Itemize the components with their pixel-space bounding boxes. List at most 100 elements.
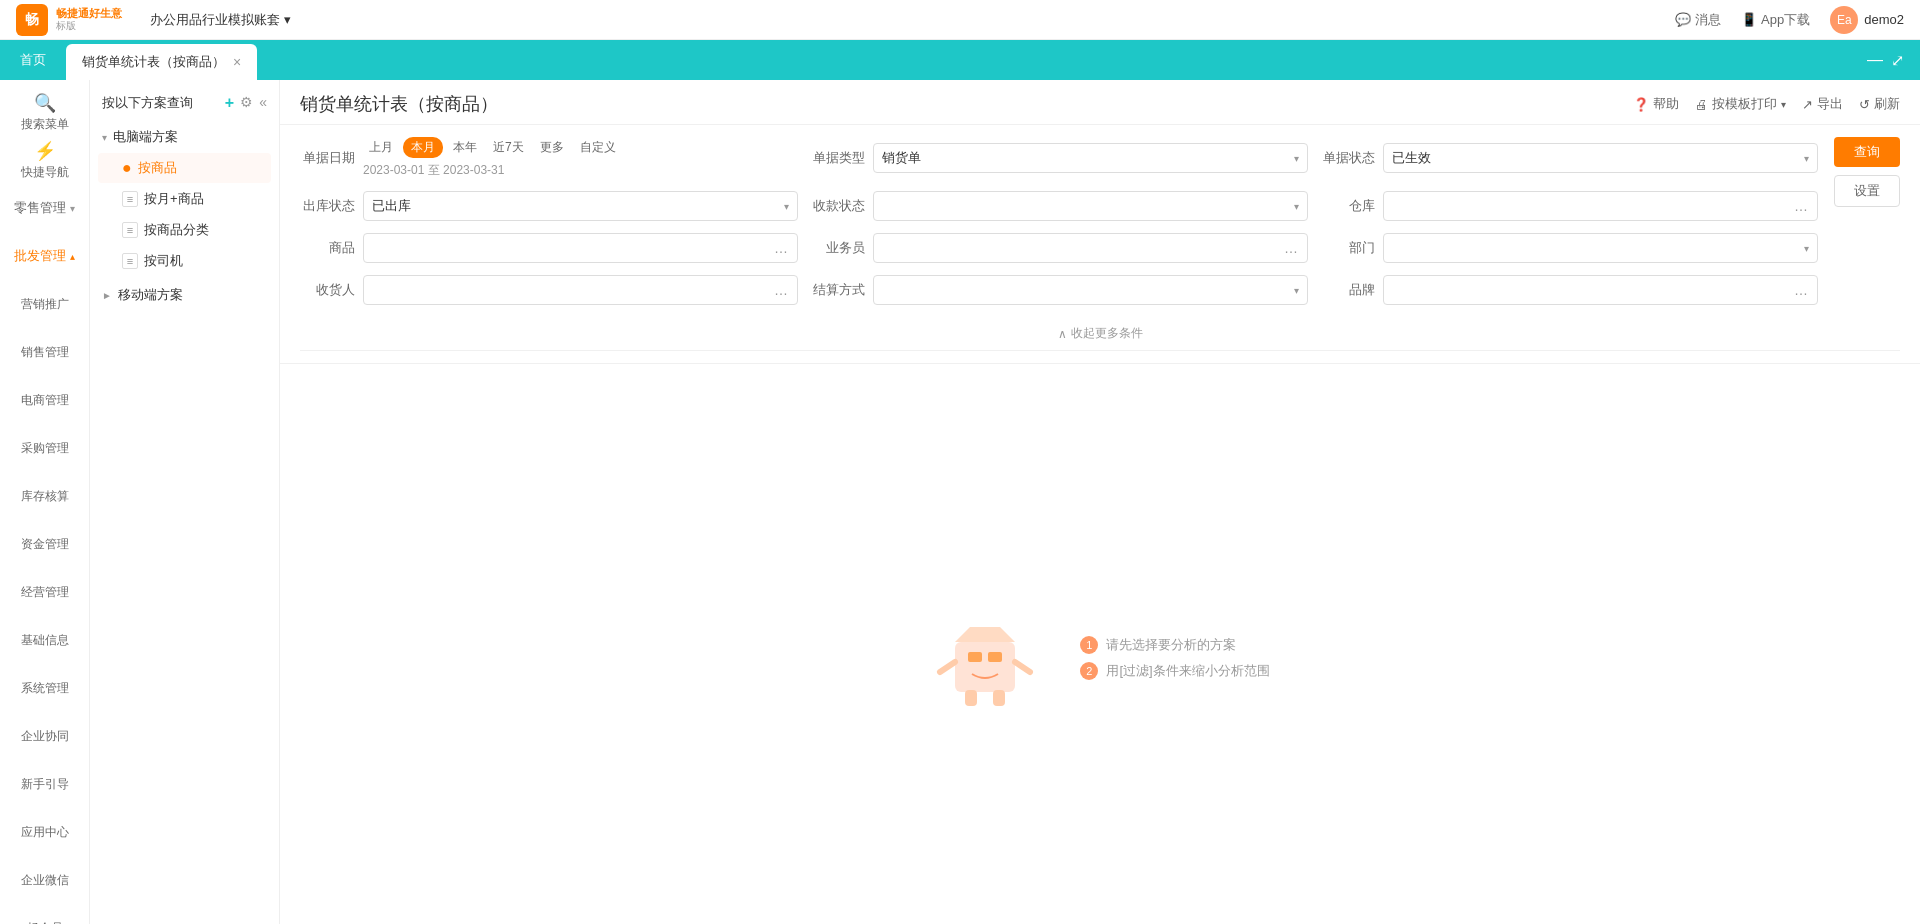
help-button[interactable]: ❓ 帮助 [1633,95,1679,113]
department-control[interactable]: ▾ [1383,233,1818,263]
svg-rect-2 [988,652,1002,662]
print-button[interactable]: 🖨 按模板打印 ▾ [1695,95,1786,113]
collapse-panel-button[interactable]: « [259,94,267,112]
settings-button[interactable]: 设置 [1834,175,1900,207]
main-layout: 🔍 搜索菜单 ⚡ 快捷导航 零售管理 ▾ 批发管理 ▴ 营销推广 销售管理 电商… [0,80,1920,924]
date-btn-7days[interactable]: 近7天 [487,137,530,158]
mobile-scheme-header[interactable]: ► 移动端方案 [90,280,279,310]
tab-home[interactable]: 首页 [0,40,66,80]
sidebar-item-marketing[interactable]: 营销推广 [0,280,89,328]
sidebar-item-app-center[interactable]: 应用中心 [0,808,89,856]
filter-row-3: 商品 … 业务员 … [300,233,1818,263]
sidebar-item-system[interactable]: 系统管理 [0,664,89,712]
recipient-field: 收货人 … [300,275,798,305]
date-btn-this-month[interactable]: 本月 [403,137,443,158]
scheme-item-by-category[interactable]: ≡ 按商品分类 [98,215,271,245]
add-scheme-button[interactable]: + [225,94,234,112]
top-header: 畅 畅捷通好生意 标版 办公用品行业模拟账套 ▾ 💬 消息 📱 App下载 Ea… [0,0,1920,40]
scheme-item-by-clerk[interactable]: ≡ 按司机 [98,246,271,276]
warehouse-control[interactable]: … [1383,191,1818,221]
doc-status-label: 单据状态 [1320,149,1375,167]
brand-name: 畅捷通好生意 [56,7,122,20]
filter-row-2: 出库状态 已出库 ▾ 收款状态 [300,191,1818,221]
salesperson-label: 业务员 [810,239,865,257]
brand-label: 品牌 [1320,281,1375,299]
product-control[interactable]: … [363,233,798,263]
maximize-button[interactable]: ⤢ [1891,51,1904,70]
app-download-button[interactable]: 📱 App下载 [1741,11,1810,29]
help-icon: ❓ [1633,97,1649,112]
date-btn-more[interactable]: 更多 [534,137,570,158]
date-btn-last-month[interactable]: 上月 [363,137,399,158]
sidebar-item-beginner[interactable]: 新手引导 [0,760,89,808]
sidebar-item-ecommerce[interactable]: 电商管理 [0,376,89,424]
salesperson-dots-icon: … [1284,240,1299,256]
sidebar-item-sales[interactable]: 销售管理 [0,328,89,376]
payment-method-control[interactable]: ▾ [873,275,1308,305]
payment-method-label: 结算方式 [810,281,865,299]
sidebar-item-basic-info[interactable]: 基础信息 [0,616,89,664]
page-title: 销货单统计表（按商品） [300,92,498,116]
sidebar-item-retail[interactable]: 零售管理 ▾ [0,184,89,232]
industry-arrow-icon: ▾ [284,12,291,27]
brand-dots-icon: … [1794,282,1809,298]
date-btn-custom[interactable]: 自定义 [574,137,622,158]
filter-actions: 查询 设置 [1834,137,1900,207]
salesperson-control[interactable]: … [873,233,1308,263]
sidebar-item-enterprise-wechat[interactable]: 企业微信 [0,856,89,904]
doc-type-arrow-icon: ▾ [1294,153,1299,164]
receipt-status-control[interactable]: ▾ [873,191,1308,221]
recipient-dots-icon: … [774,282,789,298]
product-label: 商品 [300,239,355,257]
out-status-field: 出库状态 已出库 ▾ [300,191,798,221]
doc-status-control[interactable]: 已生效 ▾ [1383,143,1818,173]
sidebar-item-inventory[interactable]: 库存核算 [0,472,89,520]
export-button[interactable]: ↗ 导出 [1802,95,1843,113]
svg-line-3 [940,662,955,672]
svg-rect-1 [968,652,982,662]
tab-active[interactable]: 销货单统计表（按商品） × [66,44,257,80]
user-name: demo2 [1864,12,1904,27]
settings-scheme-button[interactable]: ⚙ [240,94,253,112]
message-icon: 💬 [1675,12,1691,27]
tip-num-1: 1 [1080,636,1098,654]
sidebar-item-search-menu[interactable]: 🔍 搜索菜单 [0,88,89,136]
search-menu-icon: 🔍 [34,92,56,114]
empty-tip-1: 1 请先选择要分析的方案 [1080,636,1269,654]
sidebar-item-finance[interactable]: 资金管理 [0,520,89,568]
sidebar-item-operation[interactable]: 经营管理 [0,568,89,616]
collapse-bar[interactable]: ∧ 收起更多条件 [300,317,1900,351]
date-btn-this-year[interactable]: 本年 [447,137,483,158]
pc-scheme-header[interactable]: ▾ 电脑端方案 [90,122,279,152]
brand-field: 品牌 … [1320,275,1818,305]
print-icon: 🖨 [1695,97,1708,112]
message-button[interactable]: 💬 消息 [1675,11,1721,29]
department-label: 部门 [1320,239,1375,257]
minimize-button[interactable]: — [1867,51,1883,69]
scheme-item-by-month-product[interactable]: ≡ 按月+商品 [98,184,271,214]
recipient-control[interactable]: … [363,275,798,305]
query-button[interactable]: 查询 [1834,137,1900,167]
left-panel: 按以下方案查询 + ⚙ « ▾ 电脑端方案 ● 按商品 ≡ [90,80,280,924]
doc-type-control[interactable]: 销货单 ▾ [873,143,1308,173]
industry-selector[interactable]: 办公用品行业模拟账套 ▾ [150,11,291,29]
sidebar-item-purchase[interactable]: 采购管理 [0,424,89,472]
sidebar-item-enterprise[interactable]: 企业协同 [0,712,89,760]
svg-rect-6 [993,690,1005,706]
payment-method-field: 结算方式 ▾ [810,275,1308,305]
mobile-scheme-group: ► 移动端方案 [90,280,279,310]
brand-control[interactable]: … [1383,275,1818,305]
left-panel-title: 按以下方案查询 [102,94,193,112]
doc-status-arrow-icon: ▾ [1804,153,1809,164]
tab-bar-right: — ⤢ [1867,51,1920,70]
out-status-control[interactable]: 已出库 ▾ [363,191,798,221]
sidebar-item-member[interactable]: 畅会员 [0,904,89,924]
sidebar-item-quick-nav[interactable]: ⚡ 快捷导航 [0,136,89,184]
tab-close-button[interactable]: × [233,54,241,70]
collapse-icon: ∧ [1058,327,1067,341]
user-profile[interactable]: Ea demo2 [1830,6,1904,34]
sidebar-item-wholesale[interactable]: 批发管理 ▴ [0,232,89,280]
scheme-item-by-product[interactable]: ● 按商品 [98,153,271,183]
refresh-button[interactable]: ↺ 刷新 [1859,95,1900,113]
mobile-scheme-arrow: ► [102,290,112,301]
